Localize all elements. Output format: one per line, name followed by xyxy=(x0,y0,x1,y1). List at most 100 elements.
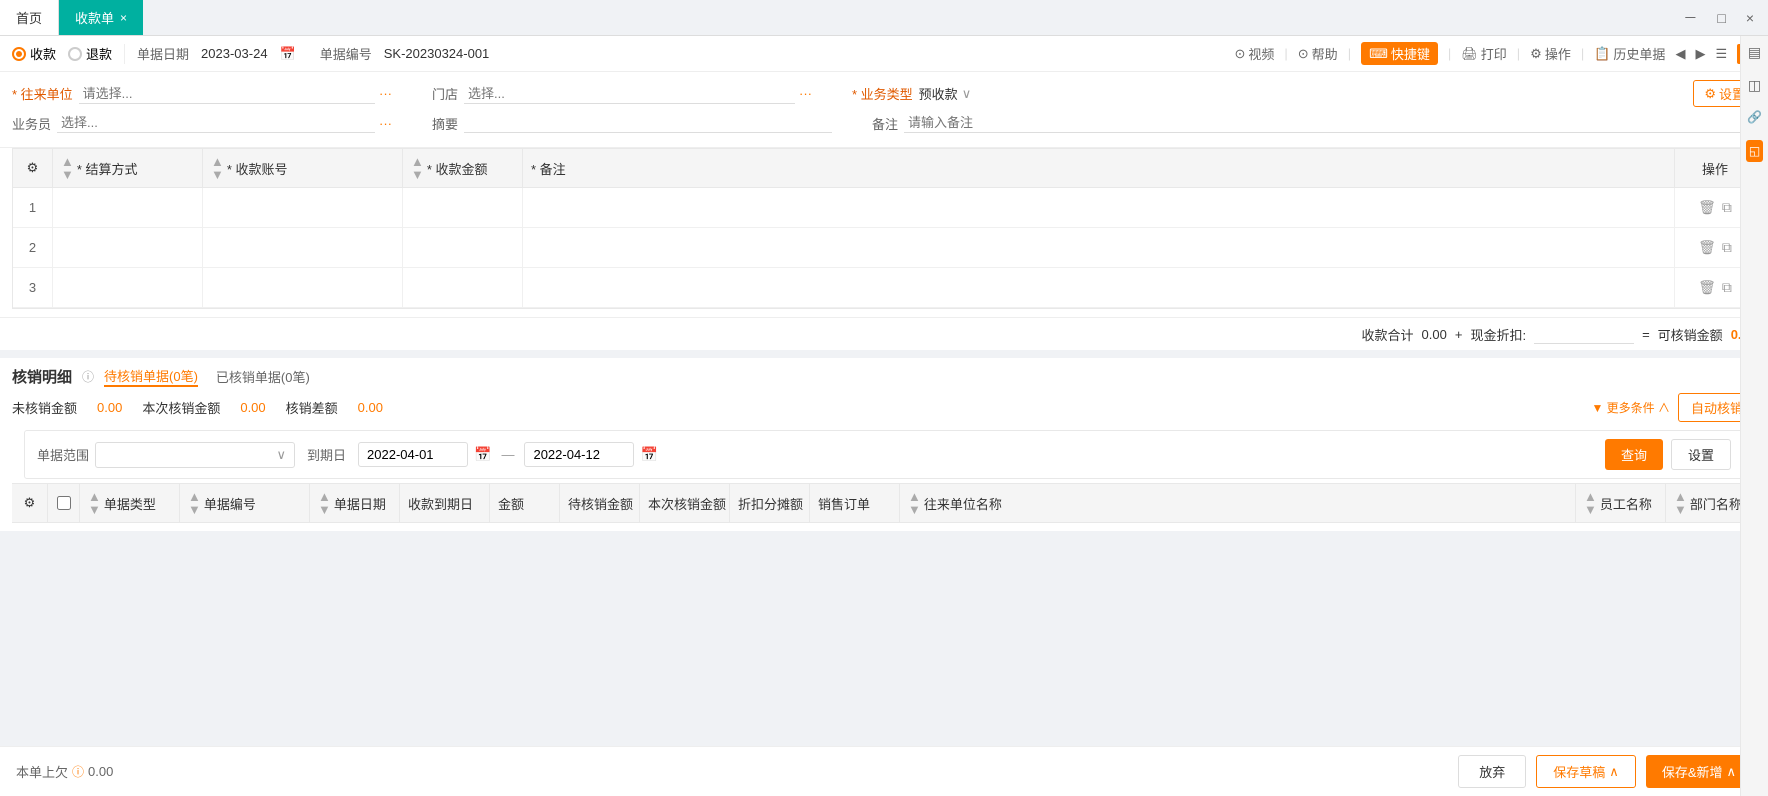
col-settings-header[interactable]: ⚙ xyxy=(13,149,53,187)
list-icon[interactable]: ☰ xyxy=(1715,46,1727,62)
equals-sign: = xyxy=(1642,327,1650,342)
row-3-delete-icon[interactable]: 🗑 xyxy=(1698,279,1716,296)
form-section: * 往来单位 ··· 门店 ··· * 业务类型 预收款 ∨ ⚙ 设 xyxy=(0,72,1768,148)
summary-input[interactable] xyxy=(464,113,832,133)
row-3-method[interactable] xyxy=(53,268,203,307)
business-type-field: * 业务类型 预收款 ∨ ⚙ 设置 xyxy=(852,80,1756,107)
divider2: | xyxy=(1348,46,1351,61)
minimize-button[interactable]: － xyxy=(1677,6,1703,30)
btcol-recvdate: 收款到期日 xyxy=(400,484,490,522)
divider1: | xyxy=(1284,46,1287,61)
row-3-amount[interactable] xyxy=(403,268,523,307)
operation-btn[interactable]: ⚙ 操作 xyxy=(1530,44,1571,63)
row-1-delete-icon[interactable]: 🗑 xyxy=(1698,199,1716,216)
maximize-button[interactable]: □ xyxy=(1711,8,1731,28)
discard-button[interactable]: 放弃 xyxy=(1458,755,1526,788)
row-3-num: 3 xyxy=(13,268,53,307)
tab-close-icon[interactable]: × xyxy=(120,11,127,25)
unverified-label: 未核销金额 xyxy=(12,398,77,417)
row-2-delete-icon[interactable]: 🗑 xyxy=(1698,239,1716,256)
radio-refund[interactable]: 退款 xyxy=(68,44,112,63)
btcol-type: ▲▼ 单据类型 xyxy=(80,484,180,522)
shortcut-btn[interactable]: ⌨ 快捷键 xyxy=(1361,42,1438,65)
btcol-company-label: 往来单位名称 xyxy=(924,494,1002,513)
row-1-amount[interactable] xyxy=(403,188,523,227)
row-1-copy-icon[interactable]: ⧉ xyxy=(1722,199,1732,216)
sidebar-icon-link[interactable]: 🔗 xyxy=(1747,110,1762,124)
business-type-value: 预收款 xyxy=(919,84,958,103)
filter-settings-button[interactable]: 设置 xyxy=(1671,439,1731,470)
query-button[interactable]: 查询 xyxy=(1605,439,1663,470)
tab-home[interactable]: 首页 xyxy=(0,0,59,35)
row-2-method[interactable] xyxy=(53,228,203,267)
date-from-input[interactable] xyxy=(358,442,468,467)
row-2-remark[interactable] xyxy=(523,228,1675,267)
btcol-settings[interactable]: ⚙ xyxy=(12,484,48,522)
row-3-copy-icon[interactable]: ⧉ xyxy=(1722,279,1732,296)
save-new-button[interactable]: 保存&新增 ∧ xyxy=(1646,755,1752,788)
doc-num-value[interactable]: SK-20230324-001 xyxy=(384,46,490,61)
divider3: | xyxy=(1448,46,1451,61)
btcol-check[interactable] xyxy=(48,484,80,522)
calendar-icon[interactable]: 📅 xyxy=(280,46,296,62)
help-btn[interactable]: ⊙ 帮助 xyxy=(1298,44,1338,63)
salesperson-more-icon[interactable]: ··· xyxy=(379,116,392,131)
nav-left-icon[interactable]: ◀ xyxy=(1675,46,1685,62)
filter-row: 单据范围 ∨ 到期日 📅 — 📅 查询 设置 xyxy=(24,430,1744,479)
verify-tab-done[interactable]: 已核销单据(0笔) xyxy=(216,367,310,386)
select-all-checkbox[interactable] xyxy=(57,496,71,510)
cash-discount-input[interactable] xyxy=(1534,324,1634,344)
partner-input[interactable] xyxy=(79,84,375,104)
row-2-account[interactable] xyxy=(203,228,403,267)
toolbar-right: ⊙ 视频 | ⊙ 帮助 | ⌨ 快捷键 | 🖨 打印 | ⚙ 操作 | 📋 历史… xyxy=(1234,42,1756,65)
row-3-remark[interactable] xyxy=(523,268,1675,307)
business-type-chevron[interactable]: ∨ xyxy=(962,86,972,102)
row-2-amount[interactable] xyxy=(403,228,523,267)
row-1-remark[interactable] xyxy=(523,188,1675,227)
tab-active-collect[interactable]: 收款单 × xyxy=(59,0,143,35)
cal-to-icon[interactable]: 📅 xyxy=(640,446,657,463)
plus-sign: + xyxy=(1455,327,1463,342)
col-method-label: * 结算方式 xyxy=(77,159,138,178)
summary-label: 摘要 xyxy=(432,114,458,133)
verify-tab-pending[interactable]: 待核销单据(0笔) xyxy=(104,366,198,387)
radio-collect[interactable]: 收款 xyxy=(12,44,56,63)
more-conditions-btn[interactable]: ▼ 更多条件 ∧ xyxy=(1591,399,1670,416)
collect-total-val: 0.00 xyxy=(1422,327,1447,342)
row-1-account[interactable] xyxy=(203,188,403,227)
sort-amount-icon: ▲▼ xyxy=(411,155,424,181)
collect-total-label: 收款合计 xyxy=(1362,325,1414,344)
video-btn[interactable]: ⊙ 视频 xyxy=(1234,44,1274,63)
sidebar-icon-2[interactable]: ◫ xyxy=(1748,77,1761,94)
partner-label: * 往来单位 xyxy=(12,84,73,103)
btcol-amount-label: 金额 xyxy=(498,494,524,513)
save-draft-button[interactable]: 保存草稿 ∧ xyxy=(1536,755,1636,788)
nav-right-icon[interactable]: ▶ xyxy=(1695,46,1705,62)
store-more-icon[interactable]: ··· xyxy=(799,86,812,101)
diff-val: 0.00 xyxy=(358,400,383,415)
doc-date-value[interactable]: 2023-03-24 xyxy=(201,46,268,61)
btcol-employee: ▲▼ 员工名称 xyxy=(1576,484,1666,522)
print-btn[interactable]: 🖨 打印 xyxy=(1461,44,1507,63)
cal-from-icon[interactable]: 📅 xyxy=(474,446,491,463)
row-2-copy-icon[interactable]: ⧉ xyxy=(1722,239,1732,256)
doc-num-label: 单据编号 xyxy=(320,44,372,63)
store-input[interactable] xyxy=(464,84,795,104)
sidebar-icon-capture[interactable]: ◱ xyxy=(1746,140,1763,162)
remark-input[interactable] xyxy=(904,113,1756,133)
doc-range-select[interactable]: ∨ xyxy=(95,442,295,468)
salesperson-input[interactable] xyxy=(57,113,375,133)
close-button[interactable]: × xyxy=(1740,8,1760,28)
footer-buttons: 放弃 保存草稿 ∧ 保存&新增 ∧ xyxy=(1458,755,1752,788)
sidebar-icon-1[interactable]: ▤ xyxy=(1748,44,1761,61)
row-2-num: 2 xyxy=(13,228,53,267)
row-3-account[interactable] xyxy=(203,268,403,307)
date-to-input[interactable] xyxy=(524,442,634,467)
toolbar-row: 收款 退款 单据日期 2023-03-24 📅 单据编号 SK-20230324… xyxy=(0,36,1768,72)
partner-more-icon[interactable]: ··· xyxy=(379,86,392,101)
footer-bar: 本单上欠 ⓘ 0.00 放弃 保存草稿 ∧ 保存&新增 ∧ xyxy=(0,746,1768,796)
history-btn[interactable]: 📋 历史单据 xyxy=(1594,44,1665,63)
row-1-method[interactable] xyxy=(53,188,203,227)
btcol-company: ▲▼ 往来单位名称 xyxy=(900,484,1576,522)
sort-company-icon: ▲▼ xyxy=(908,490,921,516)
